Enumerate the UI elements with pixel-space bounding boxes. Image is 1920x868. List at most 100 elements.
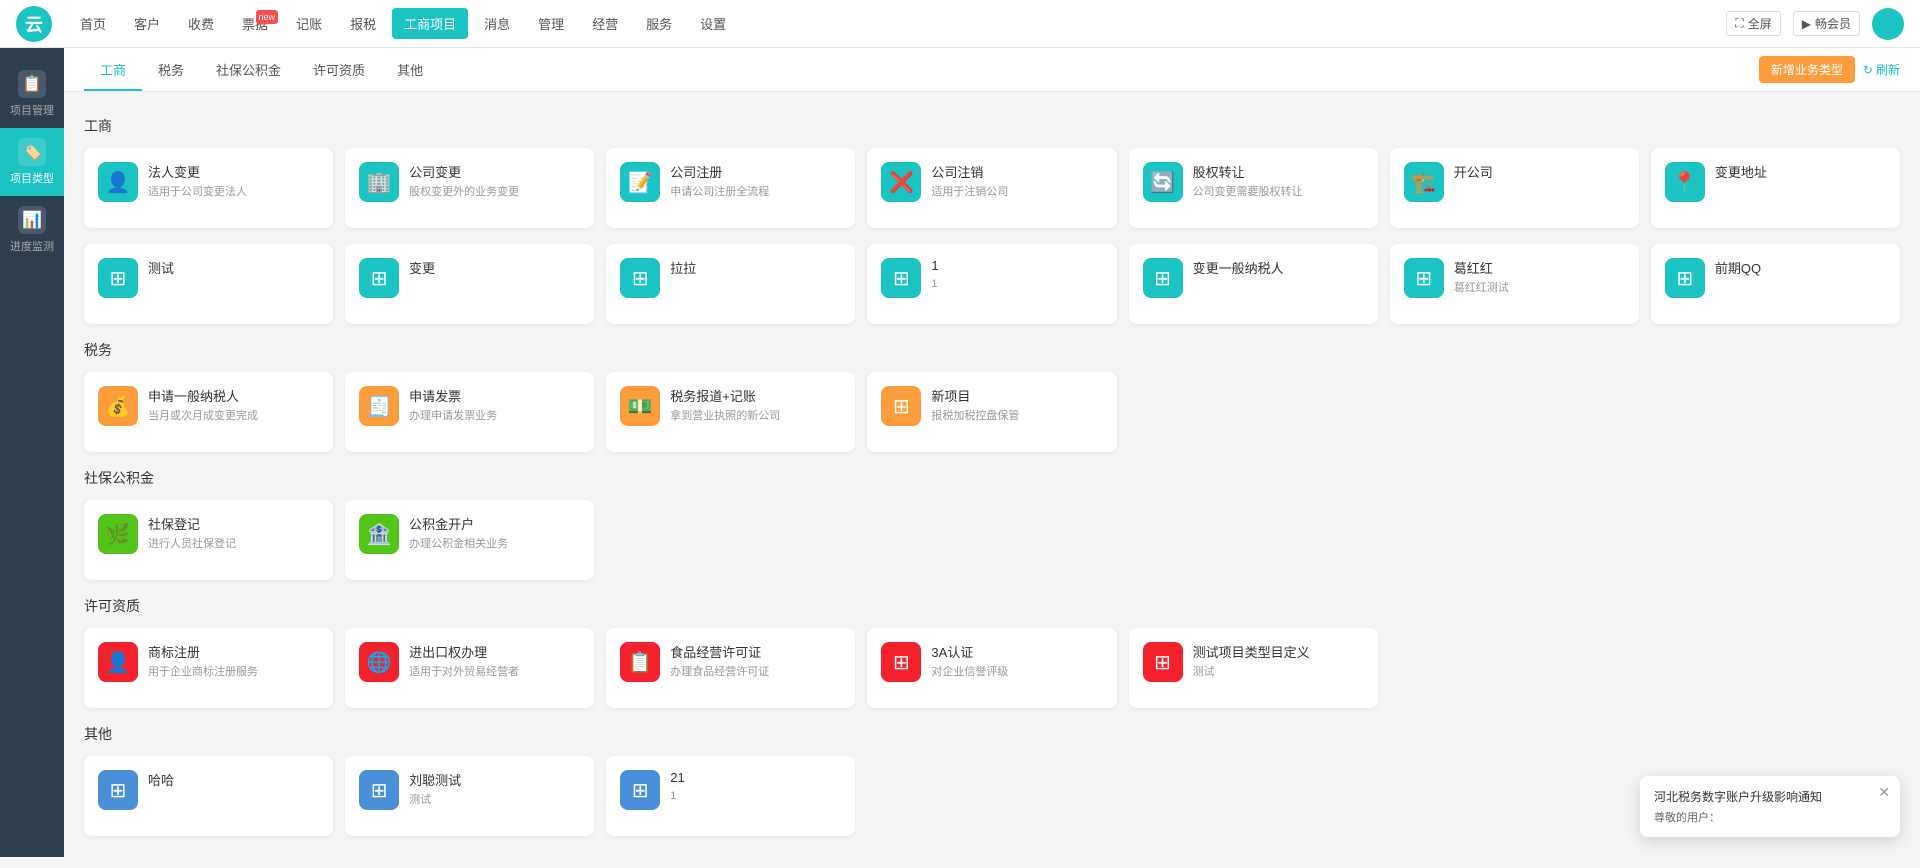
tab-qita[interactable]: 其他 (381, 50, 439, 91)
card-shipin[interactable]: 📋 食品经营许可证 办理食品经营许可证 (606, 628, 855, 708)
card-biangeng-yiban[interactable]: ⊞ 变更一般纳税人 (1129, 244, 1378, 324)
nav-fee[interactable]: 收费 (176, 8, 226, 39)
card-gehonghong[interactable]: ⊞ 葛红红 葛红红测试 (1390, 244, 1639, 324)
one-name: 1 (931, 258, 1102, 273)
nav-business[interactable]: 经营 (580, 8, 630, 39)
nav-message[interactable]: 消息 (472, 8, 522, 39)
card-qianqiQQ[interactable]: ⊞ 前期QQ (1651, 244, 1900, 324)
qianqiQQ-name: 前期QQ (1715, 258, 1886, 277)
section-title-shuiwu: 税务 (84, 340, 1900, 360)
xin-xiangmu-desc: 报税加税控盘保管 (931, 409, 1102, 424)
shenqing-yiban-name: 申请一般纳税人 (148, 386, 319, 405)
card-xin-xiangmu[interactable]: ⊞ 新项目 报税加税控盘保管 (867, 372, 1116, 452)
3a-name: 3A认证 (931, 642, 1102, 661)
card-gongsi-zhuce[interactable]: 📝 公司注册 申请公司注册全流程 (606, 148, 855, 228)
nav-industrial[interactable]: 工商项目 (392, 8, 468, 39)
gehonghong-icon: ⊞ (1404, 258, 1444, 298)
card-gongjijin[interactable]: 🏦 公积金开户 办理公积金相关业务 (345, 500, 594, 580)
shenqing-yiban-desc: 当月或次月成变更完成 (148, 409, 319, 424)
shuiwu-baodao-name: 税务报道+记账 (670, 386, 841, 405)
shebao-dengji-name: 社保登记 (148, 514, 319, 533)
card-shenqing-fapiao[interactable]: 🧾 申请发票 办理申请发票业务 (345, 372, 594, 452)
tab-xuke[interactable]: 许可资质 (297, 50, 381, 91)
nav-ticket[interactable]: 票据 new (230, 8, 280, 39)
card-shuiwu-baodao[interactable]: 💵 税务报道+记账 拿到营业执照的新公司 (606, 372, 855, 452)
card-lala[interactable]: ⊞ 拉拉 (606, 244, 855, 324)
shipin-desc: 办理食品经营许可证 (670, 665, 841, 680)
new-badge: new (256, 10, 279, 24)
kaigongsi-icon: 🏗️ (1404, 162, 1444, 202)
notification-body: 尊敬的用户： (1654, 809, 1886, 825)
shangbiao-desc: 用于企业商标注册服务 (148, 665, 319, 680)
card-shenqing-yiban[interactable]: 💰 申请一般纳税人 当月或次月成变更完成 (84, 372, 333, 452)
nav-customer[interactable]: 客户 (122, 8, 172, 39)
card-3a[interactable]: ⊞ 3A认证 对企业信誉评级 (867, 628, 1116, 708)
nav-settings[interactable]: 设置 (688, 8, 738, 39)
card-gongsi-biangeng[interactable]: 🏢 公司变更 股权变更外的业务变更 (345, 148, 594, 228)
shenqing-fapiao-icon: 🧾 (359, 386, 399, 426)
nav-right: ⛶ 全屏 ▶ 畅会员 (1726, 8, 1904, 40)
jinchukou-name: 进出口权办理 (409, 642, 580, 661)
member-button[interactable]: ▶ 畅会员 (1793, 11, 1860, 36)
biangengdizhi-icon: 📍 (1665, 162, 1705, 202)
shenqing-yiban-icon: 💰 (98, 386, 138, 426)
sidebar-item-progress[interactable]: 📊 进度监测 (0, 196, 64, 264)
card-21[interactable]: ⊞ 21 1 (606, 756, 855, 836)
liucong-desc: 测试 (409, 793, 580, 808)
avatar[interactable] (1872, 8, 1904, 40)
ceshi-xuke-desc: 测试 (1193, 665, 1364, 680)
notification-close-button[interactable]: ✕ (1878, 784, 1890, 801)
nav-bookkeeping[interactable]: 记账 (284, 8, 334, 39)
card-liucong[interactable]: ⊞ 刘聪测试 测试 (345, 756, 594, 836)
card-haha[interactable]: ⊞ 哈哈 (84, 756, 333, 836)
gongsi-zhuxiao-icon: ❌ (881, 162, 921, 202)
xin-xiangmu-icon: ⊞ (881, 386, 921, 426)
ceshi-icon: ⊞ (98, 258, 138, 298)
card-biangengdizhi[interactable]: 📍 变更地址 (1651, 148, 1900, 228)
card-jinchukou[interactable]: 🌐 进出口权办理 适用于对外贸易经营者 (345, 628, 594, 708)
fazhan-name: 法人变更 (148, 162, 319, 181)
tab-bar-right: 新增业务类型 ↻ 刷新 (1759, 56, 1900, 83)
gongsi-biangeng-icon: 🏢 (359, 162, 399, 202)
sidebar-item-project-manage[interactable]: 📋 项目管理 (0, 60, 64, 128)
member-icon: ▶ (1802, 17, 1811, 31)
one-desc: 1 (931, 277, 1102, 292)
card-gongsi-zhuxiao[interactable]: ❌ 公司注销 适用于注销公司 (867, 148, 1116, 228)
add-type-button[interactable]: 新增业务类型 (1759, 56, 1855, 83)
tab-shebao[interactable]: 社保公积金 (200, 50, 297, 91)
gongjijin-name: 公积金开户 (409, 514, 580, 533)
shuiwu-baodao-icon: 💵 (620, 386, 660, 426)
section-title-qita: 其他 (84, 724, 1900, 744)
fazhan-desc: 适用于公司变更法人 (148, 185, 319, 200)
card-kaigongsi[interactable]: 🏗️ 开公司 (1390, 148, 1639, 228)
fullscreen-button[interactable]: ⛶ 全屏 (1726, 11, 1780, 36)
nav-manage[interactable]: 管理 (526, 8, 576, 39)
shebao-cards: 🌿 社保登记 进行人员社保登记 🏦 公积金开户 办理公积金相关业务 (84, 500, 1900, 580)
card-shebao-dengji[interactable]: 🌿 社保登记 进行人员社保登记 (84, 500, 333, 580)
gehonghong-desc: 葛红红测试 (1454, 281, 1625, 296)
gongsi-zhuxiao-desc: 适用于注销公司 (931, 185, 1102, 200)
nav-home[interactable]: 首页 (68, 8, 118, 39)
section-title-xuke: 许可资质 (84, 596, 1900, 616)
card-guquan[interactable]: 🔄 股权转让 公司变更需要股权转让 (1129, 148, 1378, 228)
biangeng-yiban-name: 变更一般纳税人 (1193, 258, 1364, 277)
lala-icon: ⊞ (620, 258, 660, 298)
project-manage-icon: 📋 (18, 70, 46, 98)
tab-gongshang[interactable]: 工商 (84, 50, 142, 91)
card-fazhan[interactable]: 👤 法人变更 适用于公司变更法人 (84, 148, 333, 228)
fazhan-icon: 👤 (98, 162, 138, 202)
card-ceshi[interactable]: ⊞ 测试 (84, 244, 333, 324)
tab-shuiwu[interactable]: 税务 (142, 50, 200, 91)
card-one[interactable]: ⊞ 1 1 (867, 244, 1116, 324)
card-shangbiao[interactable]: 👤 商标注册 用于企业商标注册服务 (84, 628, 333, 708)
tab-bar: 工商 税务 社保公积金 许可资质 其他 新增业务类型 ↻ 刷新 (64, 48, 1920, 92)
content-area: 工商 👤 法人变更 适用于公司变更法人 🏢 公司变更 股权变更外的业务变更 📝 (64, 92, 1920, 868)
shipin-name: 食品经营许可证 (670, 642, 841, 661)
nav-tax[interactable]: 报税 (338, 8, 388, 39)
card-ceshi-xuke[interactable]: ⊞ 测试项目类型目定义 测试 (1129, 628, 1378, 708)
card-biangeng[interactable]: ⊞ 变更 (345, 244, 594, 324)
sidebar-item-project-type[interactable]: 🏷️ 项目类型 (0, 128, 64, 196)
refresh-button[interactable]: ↻ 刷新 (1863, 61, 1900, 78)
nav-service[interactable]: 服务 (634, 8, 684, 39)
xuke-cards: 👤 商标注册 用于企业商标注册服务 🌐 进出口权办理 适用于对外贸易经营者 📋 … (84, 628, 1900, 708)
